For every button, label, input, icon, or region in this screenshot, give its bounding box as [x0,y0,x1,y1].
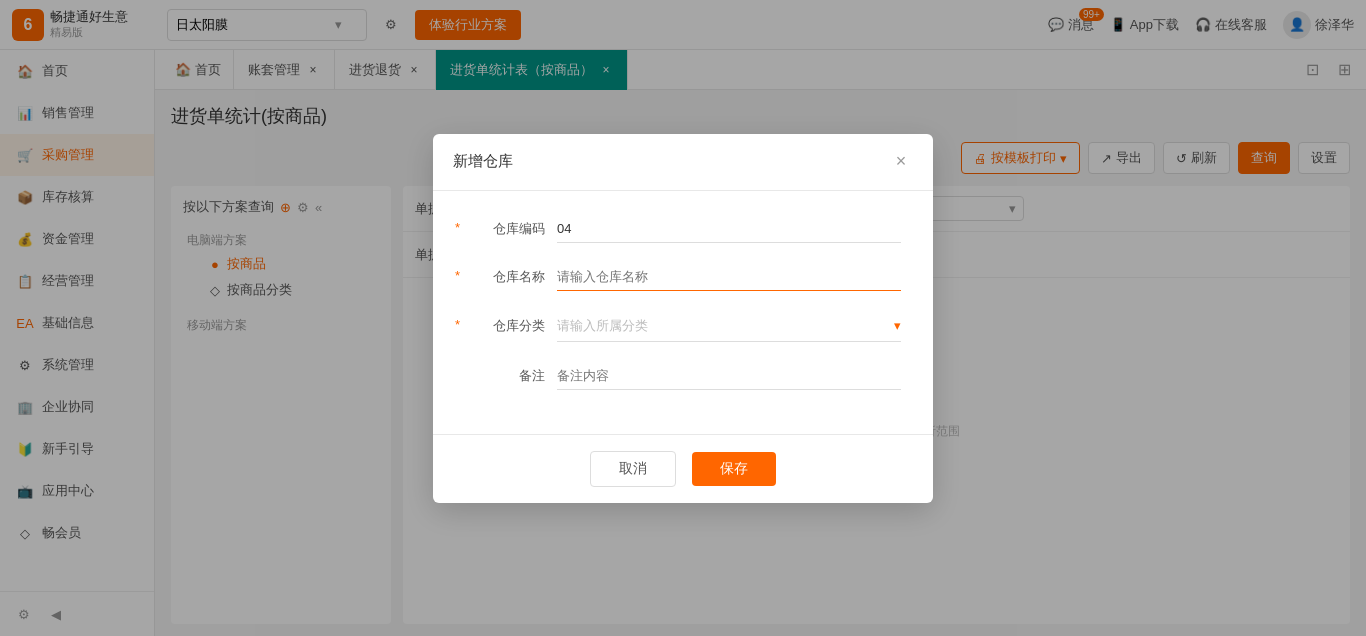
code-input[interactable] [557,215,901,243]
code-label: 仓库编码 [465,220,545,238]
cancel-button[interactable]: 取消 [590,451,676,487]
category-select[interactable]: 请输入所属分类 ▾ [557,311,901,342]
modal-body: 仓库编码 仓库名称 仓库分类 请输入所属分类 ▾ 备注 [433,191,933,434]
form-row-name: 仓库名称 [465,263,901,291]
modal-overlay[interactable]: 新增仓库 × 仓库编码 仓库名称 仓库分类 请输入所属分类 ▾ [0,0,1366,636]
save-button[interactable]: 保存 [692,452,776,486]
form-row-note: 备注 [465,362,901,390]
note-input[interactable] [557,362,901,390]
category-dropdown-icon: ▾ [894,318,901,333]
modal-header: 新增仓库 × [433,134,933,191]
modal-close-btn[interactable]: × [889,150,913,174]
modal-footer: 取消 保存 [433,434,933,503]
form-row-code: 仓库编码 [465,215,901,243]
name-label: 仓库名称 [465,268,545,286]
category-placeholder: 请输入所属分类 [557,317,648,335]
note-label: 备注 [465,367,545,385]
category-label: 仓库分类 [465,317,545,335]
new-warehouse-modal: 新增仓库 × 仓库编码 仓库名称 仓库分类 请输入所属分类 ▾ [433,134,933,503]
name-input[interactable] [557,263,901,291]
modal-title: 新增仓库 [453,152,513,171]
form-row-category: 仓库分类 请输入所属分类 ▾ [465,311,901,342]
